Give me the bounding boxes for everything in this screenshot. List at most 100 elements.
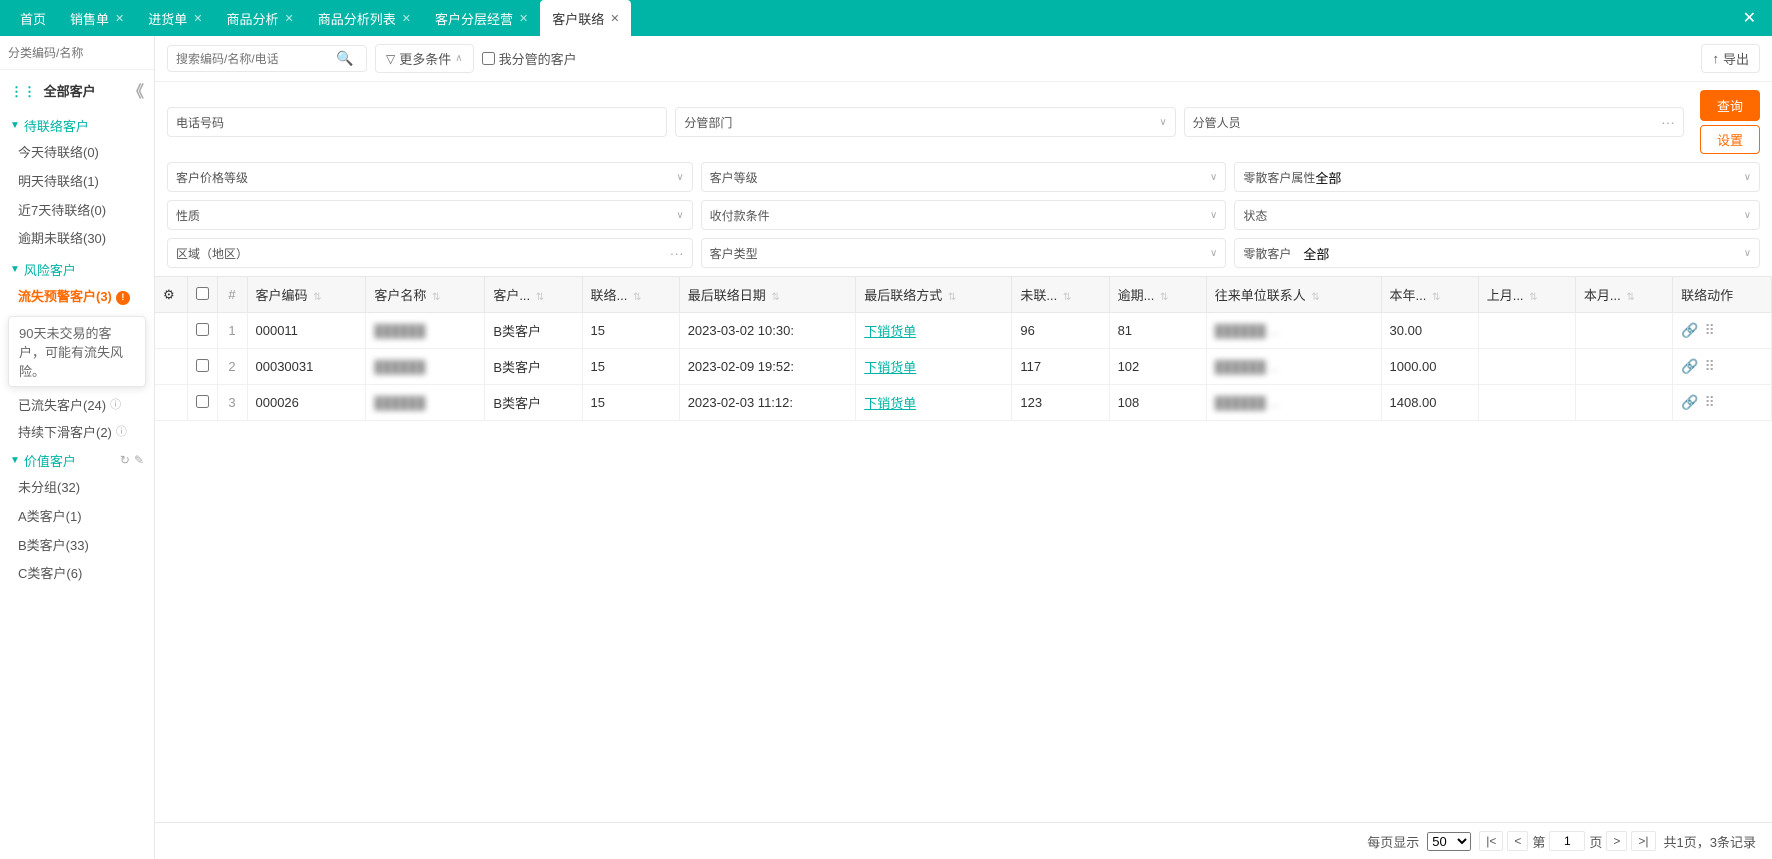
cell-checkbox-2[interactable] (187, 385, 217, 421)
page-number-input[interactable] (1549, 831, 1585, 851)
tab-customer-tier[interactable]: 客户分层经营 ✕ (423, 0, 540, 36)
col-last-contact-method-sort-icon[interactable]: ⇅ (948, 292, 956, 303)
sidebar-section-risk[interactable]: ▼ 风险客户 (0, 254, 154, 283)
export-btn[interactable]: ↑ 导出 (1701, 44, 1760, 73)
sidebar-item-c-class[interactable]: C类客户(6) (0, 560, 154, 589)
follow-down-help-icon[interactable]: ⓘ (116, 423, 127, 439)
col-unit-contact[interactable]: 往来单位联系人 ⇅ (1206, 277, 1381, 313)
col-uncontacted-sort-icon[interactable]: ⇅ (1063, 292, 1071, 303)
first-page-btn[interactable]: |< (1479, 831, 1503, 851)
close-customer-link-tab-icon[interactable]: ✕ (610, 12, 619, 25)
close-purchase-tab-icon[interactable]: ✕ (193, 12, 202, 25)
filter-cell-status[interactable]: 状态 ∨ (1234, 200, 1760, 230)
tab-purchase[interactable]: 进货单 ✕ (136, 0, 214, 36)
churned-help-icon[interactable]: ⓘ (110, 396, 121, 412)
filter-cell-dept[interactable]: 分管部门 ∨ (675, 107, 1175, 137)
col-code[interactable]: 客户编码 ⇅ (247, 277, 366, 313)
tab-analysis-list[interactable]: 商品分析列表 ✕ (306, 0, 423, 36)
col-last-contact-date[interactable]: 最后联络日期 ⇅ (679, 277, 856, 313)
phone-input[interactable] (236, 115, 658, 129)
col-name[interactable]: 客户名称 ⇅ (366, 277, 485, 313)
action-link-icon-2[interactable]: 🔗 (1681, 394, 1698, 411)
col-last-month-sort-icon[interactable]: ⇅ (1529, 292, 1537, 303)
filter-cell-zero-customer[interactable]: 零散客户 全部 ∨ (1234, 238, 1760, 268)
sidebar-item-churned[interactable]: 已流失客户(24) ⓘ (0, 391, 154, 418)
my-customers-checkbox[interactable] (482, 52, 495, 65)
col-tier-sort-icon[interactable]: ⇅ (536, 292, 544, 303)
price-tier-dropdown[interactable]: ∨ (248, 172, 684, 183)
action-more-icon-1[interactable]: ⠿ (1705, 358, 1715, 375)
status-dropdown[interactable]: ∨ (1303, 210, 1751, 221)
col-this-year-sort-icon[interactable]: ⇅ (1432, 292, 1440, 303)
sidebar-search-input[interactable] (8, 46, 155, 60)
tab-analysis[interactable]: 商品分析 ✕ (214, 0, 305, 36)
settings-btn[interactable]: 设置 (1700, 125, 1760, 154)
tab-home[interactable]: 首页 (8, 0, 58, 36)
sidebar-collapse-icon[interactable]: 《 (128, 78, 144, 102)
col-tier[interactable]: 客户... ⇅ (485, 277, 582, 313)
value-refresh-icon[interactable]: ↻ (120, 453, 130, 467)
select-all-checkbox[interactable] (196, 287, 209, 300)
close-analysis-tab-icon[interactable]: ✕ (285, 12, 294, 25)
sidebar-item-churn-warning[interactable]: 流失预警客户(3) ! (0, 283, 154, 312)
sidebar-item-follow-down[interactable]: 持续下滑客户(2) ⓘ (0, 418, 154, 445)
global-close-icon[interactable]: ✕ (1735, 8, 1764, 28)
cell-last-contact-method-0[interactable]: 下销货单 (856, 313, 1012, 349)
per-page-select[interactable]: 50 20 100 (1427, 832, 1471, 851)
sidebar-all-customers[interactable]: ⋮⋮ 全部客户 《 (0, 70, 154, 110)
cell-last-contact-method-2[interactable]: 下销货单 (856, 385, 1012, 421)
query-btn[interactable]: 查询 (1700, 90, 1760, 121)
col-checkbox[interactable] (187, 277, 217, 313)
action-more-icon-0[interactable]: ⠿ (1705, 322, 1715, 339)
action-link-icon-1[interactable]: 🔗 (1681, 358, 1698, 375)
col-code-sort-icon[interactable]: ⇅ (313, 292, 321, 303)
col-settings[interactable]: ⚙ (155, 277, 187, 313)
cell-action-0[interactable]: 🔗 ⠿ (1673, 313, 1772, 349)
last-page-btn[interactable]: >| (1631, 831, 1655, 851)
filter-cell-customer-level[interactable]: 客户等级 ∨ (701, 162, 1227, 192)
more-conditions-btn[interactable]: ▽ 更多条件 ∧ (375, 44, 474, 73)
action-more-icon-2[interactable]: ⠿ (1705, 394, 1715, 411)
cell-checkbox-1[interactable] (187, 349, 217, 385)
col-last-contact-method[interactable]: 最后联络方式 ⇅ (856, 277, 1012, 313)
col-last-contact-date-sort-icon[interactable]: ⇅ (771, 292, 779, 303)
filter-cell-nature[interactable]: 性质 ∨ (167, 200, 693, 230)
col-name-sort-icon[interactable]: ⇅ (432, 292, 440, 303)
sidebar-item-b-class[interactable]: B类客户(33) (0, 532, 154, 561)
cell-last-contact-method-1[interactable]: 下销货单 (856, 349, 1012, 385)
nature-dropdown[interactable]: ∨ (236, 210, 684, 221)
dept-dropdown[interactable]: ∨ (744, 117, 1166, 128)
cell-action-1[interactable]: 🔗 ⠿ (1673, 349, 1772, 385)
col-overdue-sort-icon[interactable]: ⇅ (1160, 292, 1168, 303)
zero-attr-dropdown[interactable]: 全部 ∨ (1315, 168, 1751, 187)
tab-sales[interactable]: 销售单 ✕ (58, 0, 136, 36)
filter-cell-zero-attr[interactable]: 零散客户属性 全部 ∨ (1234, 162, 1760, 192)
close-analysis-list-tab-icon[interactable]: ✕ (402, 12, 411, 25)
filter-search-icon[interactable]: 🔍 (336, 50, 353, 67)
filter-cell-price-tier[interactable]: 客户价格等级 ∨ (167, 162, 693, 192)
settings-icon[interactable]: ⚙ (163, 287, 175, 302)
value-edit-icon[interactable]: ✎ (134, 453, 144, 467)
sidebar-item-today[interactable]: 今天待联络(0) (0, 139, 154, 168)
next-page-btn[interactable]: > (1606, 831, 1627, 851)
payment-dropdown[interactable]: ∨ (770, 210, 1218, 221)
sidebar-item-overdue[interactable]: 逾期未联络(30) (0, 225, 154, 254)
col-this-month-sort-icon[interactable]: ⇅ (1626, 292, 1634, 303)
col-this-month[interactable]: 本月... ⇅ (1575, 277, 1672, 313)
col-last-month[interactable]: 上月... ⇅ (1478, 277, 1575, 313)
sidebar-section-value[interactable]: ▼ 价值客户 ↻ ✎ (0, 445, 154, 474)
sidebar-section-pending[interactable]: ▼ 待联络客户 (0, 110, 154, 139)
close-sales-tab-icon[interactable]: ✕ (115, 12, 124, 25)
area-dots-icon[interactable]: ··· (670, 245, 684, 261)
cell-action-2[interactable]: 🔗 ⠿ (1673, 385, 1772, 421)
manager-dots-icon[interactable]: ··· (1661, 114, 1675, 130)
sidebar-item-a-class[interactable]: A类客户(1) (0, 503, 154, 532)
sidebar-item-unclassified[interactable]: 未分组(32) (0, 474, 154, 503)
col-contact-sort-icon[interactable]: ⇅ (633, 292, 641, 303)
col-contact[interactable]: 联络... ⇅ (582, 277, 679, 313)
area-input[interactable]: ··· (248, 245, 684, 261)
col-unit-contact-sort-icon[interactable]: ⇅ (1311, 292, 1319, 303)
col-uncontacted[interactable]: 未联... ⇅ (1012, 277, 1109, 313)
sidebar-item-tomorrow[interactable]: 明天待联络(1) (0, 168, 154, 197)
customer-type-dropdown[interactable]: ∨ (770, 248, 1218, 259)
